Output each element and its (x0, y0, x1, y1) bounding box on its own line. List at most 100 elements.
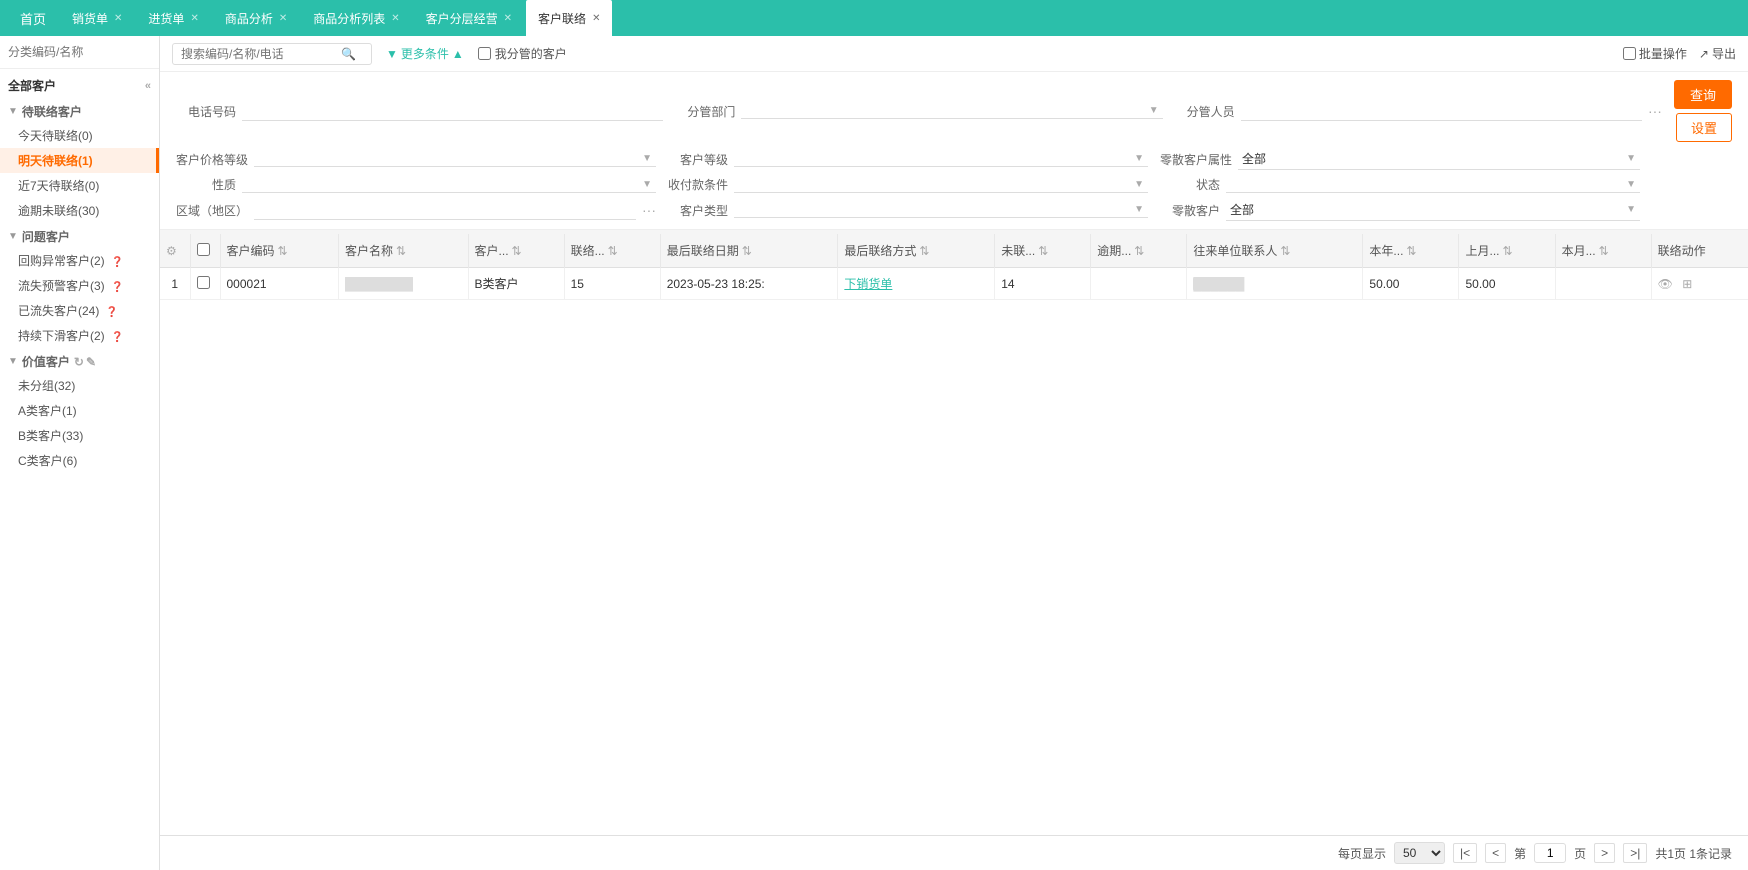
nav-close-icon[interactable]: ✕ (504, 13, 512, 24)
price-level-select[interactable]: ▼ (254, 151, 656, 167)
sort-icon[interactable]: ⇅ (278, 244, 288, 258)
dotdot-icon[interactable]: ··· (1648, 103, 1662, 119)
set-button[interactable]: 设置 (1676, 113, 1732, 142)
phone-input[interactable] (242, 102, 663, 121)
sort-icon[interactable]: ⇅ (1599, 244, 1609, 258)
sort-icon[interactable]: ⇅ (919, 244, 929, 258)
col-checkbox[interactable] (190, 234, 220, 268)
nav-close-icon[interactable]: ✕ (279, 13, 287, 24)
row-last-month: 50.00 (1459, 268, 1555, 300)
first-page-btn[interactable]: |< (1453, 843, 1477, 863)
help-icon: ❓ (111, 332, 123, 343)
per-page-select[interactable]: 50 100 200 (1394, 842, 1445, 864)
sort-icon[interactable]: ⇅ (608, 244, 618, 258)
nav-close-icon[interactable]: ✕ (592, 13, 600, 24)
chevron-down-icon: ▼ (1626, 153, 1636, 164)
my-customer-check[interactable]: 我分管的客户 (478, 45, 567, 62)
status-select[interactable]: ▼ (1226, 177, 1640, 193)
refresh-icon[interactable]: ↻ (74, 355, 84, 369)
sidebar-item-churned[interactable]: 已流失客户(24) ❓ (0, 298, 159, 323)
batch-op-btn[interactable]: 批量操作 (1623, 45, 1687, 62)
nav-close-icon[interactable]: ✕ (114, 13, 122, 24)
sort-icon[interactable]: ⇅ (742, 244, 752, 258)
sort-icon[interactable]: ⇅ (1503, 244, 1513, 258)
sidebar-item-repurchase[interactable]: 回购异常客户(2) ❓ (0, 248, 159, 273)
customer-level-select[interactable]: ▼ (734, 151, 1148, 167)
export-btn[interactable]: ↗ 导出 (1699, 45, 1736, 62)
row-last-contact-method[interactable]: 下销货单 (838, 268, 995, 300)
nav-close-icon[interactable]: ✕ (190, 13, 198, 24)
next-page-btn[interactable]: > (1594, 843, 1615, 863)
nav-purchase[interactable]: 进货单 ✕ (136, 0, 210, 36)
nav-product-analysis[interactable]: 商品分析 ✕ (213, 0, 299, 36)
sort-icon[interactable]: ⇅ (1406, 244, 1416, 258)
sort-icon[interactable]: ⇅ (512, 244, 522, 258)
nav-product-list[interactable]: 商品分析列表 ✕ (301, 0, 411, 36)
sidebar-item-overdue[interactable]: 逾期未联络(30) (0, 198, 159, 223)
contact-method-link[interactable]: 下销货单 (844, 277, 892, 291)
sidebar-item-today[interactable]: 今天待联络(0) (0, 123, 159, 148)
row-contact-count: 15 (564, 268, 660, 300)
page-number-input[interactable] (1534, 843, 1566, 863)
col-settings[interactable]: ⚙ (160, 234, 190, 268)
sidebar-item-declining[interactable]: 持续下滑客户(2) ❓ (0, 323, 159, 348)
col-customer-type: 客户... ⇅ (468, 234, 564, 268)
filter-cell-price-level: 客户价格等级 ▼ (176, 151, 656, 168)
sidebar-search-input[interactable] (8, 45, 160, 59)
status-label: 状态 (1160, 176, 1220, 193)
top-nav: 首页 销货单 ✕ 进货单 ✕ 商品分析 ✕ 商品分析列表 ✕ 客户分层经营 ✕ … (0, 0, 1748, 36)
select-all-checkbox[interactable] (197, 243, 210, 256)
col-overdue: 逾期... ⇅ (1091, 234, 1187, 268)
edit-icon[interactable]: ✎ (86, 355, 96, 369)
row-overdue (1091, 268, 1187, 300)
settings-icon[interactable]: ⚙ (166, 244, 177, 258)
nav-sales[interactable]: 销货单 ✕ (60, 0, 134, 36)
sort-icon[interactable]: ⇅ (1038, 244, 1048, 258)
sort-icon[interactable]: ⇅ (1280, 244, 1290, 258)
query-button[interactable]: 查询 (1674, 80, 1732, 109)
batch-checkbox[interactable] (1623, 47, 1636, 60)
sidebar-item-churn-warn[interactable]: 流失预警客户(3) ❓ (0, 273, 159, 298)
manager-input[interactable] (1241, 102, 1642, 121)
sort-icon[interactable]: ⇅ (396, 244, 406, 258)
sidebar-item-class-c[interactable]: C类客户(6) (0, 448, 159, 473)
dotdot-icon[interactable]: ··· (642, 202, 656, 218)
region-input[interactable] (254, 201, 636, 220)
page-label: 第 (1514, 845, 1526, 862)
chevron-down-icon: ▼ (642, 153, 652, 164)
retail-attr-select[interactable]: 全部 ▼ (1238, 148, 1640, 170)
nav-home[interactable]: 首页 (8, 0, 58, 36)
sidebar-item-class-a[interactable]: A类客户(1) (0, 398, 159, 423)
sidebar-item-class-b[interactable]: B类客户(33) (0, 423, 159, 448)
more-filter-btn[interactable]: ▼ 更多条件 ▲ (380, 42, 470, 65)
phone-label: 电话号码 (176, 103, 236, 120)
filter-cell-manager: 分管人员 ··· (1175, 102, 1662, 121)
nav-customer-tier[interactable]: 客户分层经营 ✕ (414, 0, 524, 36)
nature-select[interactable]: ▼ (242, 177, 656, 193)
action-view-icon[interactable]: 👁 (1658, 277, 1673, 291)
type-select[interactable]: ▼ (734, 202, 1148, 218)
chevron-down-icon: ▼ (1626, 179, 1636, 190)
col-last-contact-date: 最后联络日期 ⇅ (660, 234, 838, 268)
sidebar-collapse-btn[interactable]: « (145, 80, 151, 92)
sidebar-item-7days[interactable]: 近7天待联络(0) (0, 173, 159, 198)
per-page-label: 每页显示 (1338, 845, 1386, 862)
row-select-checkbox[interactable] (197, 276, 210, 289)
payment-select[interactable]: ▼ (734, 177, 1148, 193)
sidebar-item-ungrouped[interactable]: 未分组(32) (0, 373, 159, 398)
row-checkbox[interactable] (190, 268, 220, 300)
search-input[interactable] (181, 47, 341, 61)
dept-select[interactable]: ▼ (741, 103, 1162, 119)
sort-icon[interactable]: ⇅ (1134, 244, 1144, 258)
sidebar-item-tomorrow[interactable]: 明天待联络(1) (0, 148, 159, 173)
action-more-icon[interactable]: ⊞ (1682, 277, 1692, 291)
nav-customer-contact[interactable]: 客户联络 ✕ (526, 0, 612, 36)
nav-close-icon[interactable]: ✕ (391, 13, 399, 24)
col-actions: 联络动作 (1651, 234, 1748, 268)
prev-page-btn[interactable]: < (1485, 843, 1506, 863)
my-customer-checkbox[interactable] (478, 47, 491, 60)
section-arrow-icon: ▼ (8, 106, 18, 117)
retail-select[interactable]: 全部 ▼ (1226, 199, 1640, 221)
search-icon[interactable]: 🔍 (341, 47, 356, 61)
last-page-btn[interactable]: >| (1623, 843, 1647, 863)
